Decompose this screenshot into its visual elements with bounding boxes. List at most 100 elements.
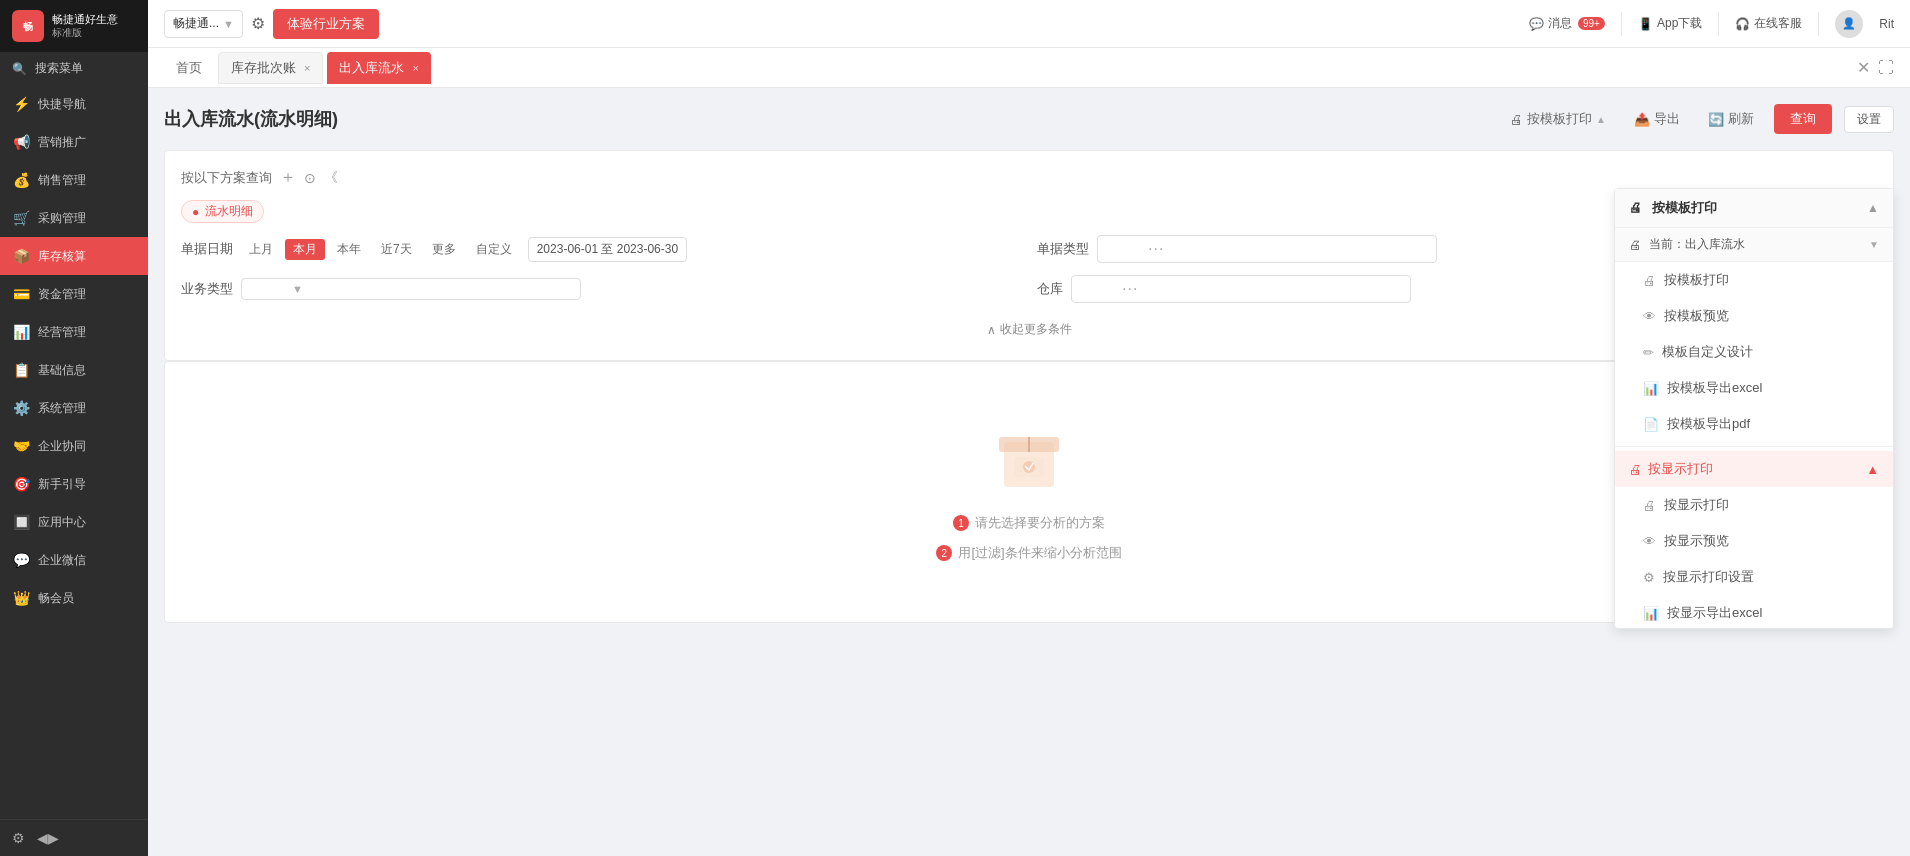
filter-add-button[interactable]: ＋ [280,167,296,188]
empty-hint-1: 1 请先选择要分析的方案 [953,514,1105,532]
sidebar-item-label: 销售管理 [38,172,86,189]
company-selector[interactable]: 畅捷通... ▼ [164,10,243,38]
collapse-up-icon: ∧ [987,323,996,337]
fullscreen-icon[interactable]: ⛶ [1878,59,1894,77]
hint-num-2: 2 [936,545,952,561]
tabs-bar: 首页 库存批次账 × 出入库流水 × ✕ ⛶ [148,48,1910,88]
wechat-icon: 💬 [12,551,30,569]
sidebar-item-operations[interactable]: 📊 经营管理 [0,313,148,351]
finance-icon: 💳 [12,285,30,303]
user-avatar[interactable]: 👤 [1835,10,1863,38]
filter-settings-button[interactable]: ⊙ [304,170,316,186]
dropdown-display-print-header[interactable]: 🖨 按显示打印 ▲ [1615,451,1893,487]
tab-batch-account-close[interactable]: × [304,62,310,74]
online-service-button[interactable]: 🎧 在线客服 [1735,15,1802,32]
sidebar-item-inventory[interactable]: 📦 库存核算 [0,237,148,275]
bill-type-label: 单据类型 [1037,240,1089,258]
dropdown-item-template-excel[interactable]: 📊 按模板导出excel [1615,370,1893,406]
date-label: 单据日期 [181,240,233,258]
date-option-last-month[interactable]: 上月 [241,239,281,260]
dropdown-item-display-print-settings[interactable]: ⚙ 按显示打印设置 [1615,559,1893,595]
warehouse-label: 仓库 [1037,280,1063,298]
query-button[interactable]: 查询 [1774,104,1832,134]
hint-text-1: 请先选择要分析的方案 [975,514,1105,532]
settings-button[interactable]: 设置 [1844,106,1894,133]
collapse-label: 收起更多条件 [1000,321,1072,338]
dropdown-item-display-print[interactable]: 🖨 按显示打印 [1615,487,1893,523]
date-option-this-month[interactable]: 本月 [285,239,325,260]
display-preview-label: 按显示预览 [1664,532,1729,550]
dropdown-item-template-design[interactable]: ✏ 模板自定义设计 [1615,334,1893,370]
template-design-label: 模板自定义设计 [1662,343,1753,361]
sidebar-item-quick-nav[interactable]: ⚡ 快捷导航 [0,85,148,123]
basic-icon: 📋 [12,361,30,379]
username-label[interactable]: Rit [1879,17,1894,31]
sidebar-item-marketing[interactable]: 📢 营销推广 [0,123,148,161]
online-service-label: 在线客服 [1754,15,1802,32]
bill-type-more: ··· [1148,240,1164,258]
selected-filter-tag[interactable]: ● 流水明细 [181,200,264,223]
display-excel-label: 按显示导出excel [1667,604,1762,622]
chevron-up-icon: ▲ [1596,114,1606,125]
sidebar-item-app-center[interactable]: 🔲 应用中心 [0,503,148,541]
tab-home[interactable]: 首页 [164,52,214,84]
system-icon: ⚙️ [12,399,30,417]
refresh-icon: 🔄 [1708,112,1724,127]
tab-batch-account[interactable]: 库存批次账 × [218,52,323,84]
sidebar-item-label: 经营管理 [38,324,86,341]
template-print-dropdown: 🖨 按模板打印 ▲ 🖨 当前：出入库流水 ▼ 🖨 按模板打印 [1614,188,1894,629]
dropdown-item-template-preview[interactable]: 👁 按模板预览 [1615,298,1893,334]
sidebar-item-wechat[interactable]: 💬 企业微信 [0,541,148,579]
sidebar-item-guide[interactable]: 🎯 新手引导 [0,465,148,503]
notify-button[interactable]: 💬 消息 99+ [1529,15,1605,32]
dropdown-current-item[interactable]: 🖨 当前：出入库流水 ▼ [1615,228,1893,262]
date-option-custom[interactable]: 自定义 [468,239,520,260]
filter-collapse-button[interactable]: 《 [324,169,338,187]
sidebar-item-purchase[interactable]: 🛒 采购管理 [0,199,148,237]
refresh-button[interactable]: 🔄 刷新 [1700,106,1762,132]
sidebar-item-finance[interactable]: 💳 资金管理 [0,275,148,313]
tab-inout-flow[interactable]: 出入库流水 × [327,52,430,84]
tab-inout-flow-close[interactable]: × [412,62,418,74]
date-option-this-year[interactable]: 本年 [329,239,369,260]
dropdown-scrollable: 🖨 当前：出入库流水 ▼ 🖨 按模板打印 👁 按模板预览 ✏ 模板自定义设计 [1615,228,1893,628]
date-option-7days[interactable]: 近7天 [373,239,420,260]
trial-button[interactable]: 体验行业方案 [273,9,379,39]
search-menu[interactable]: 🔍 搜索菜单 [0,52,148,85]
sidebar-item-cooperation[interactable]: 🤝 企业协同 [0,427,148,465]
dropdown-item-template-pdf[interactable]: 📄 按模板导出pdf [1615,406,1893,442]
collapse-sidebar-icon[interactable]: ◀▶ [37,830,59,846]
dropdown-item-template-print[interactable]: 🖨 按模板打印 [1615,262,1893,298]
dropdown-item-display-excel[interactable]: 📊 按显示导出excel [1615,595,1893,628]
sidebar-item-membership[interactable]: 👑 畅会员 [0,579,148,617]
marketing-icon: 📢 [12,133,30,151]
template-print-label: 按模板打印 [1527,110,1592,128]
app-download-button[interactable]: 📱 App下载 [1638,15,1702,32]
sidebar-item-sales[interactable]: 💰 销售管理 [0,161,148,199]
close-window-icon[interactable]: ✕ [1857,58,1870,77]
template-print-item-label: 按模板打印 [1664,271,1729,289]
empty-state-icon [989,422,1069,502]
sidebar-item-basic[interactable]: 📋 基础信息 [0,351,148,389]
date-range-input[interactable]: 2023-06-01 至 2023-06-30 [528,237,687,262]
tab-batch-account-label: 库存批次账 [231,59,296,77]
export-button[interactable]: 📤 导出 [1626,106,1688,132]
search-icon: 🔍 [12,62,27,76]
bill-type-select[interactable]: ··· [1097,235,1437,263]
app-title: 畅捷通好生意 [52,12,118,26]
warehouse-more: ··· [1122,280,1138,298]
display-print-label: 按显示打印 [1664,496,1729,514]
topbar-breadcrumb: 畅捷通... ▼ ⚙ 体验行业方案 [164,9,1517,39]
sidebar-item-system[interactable]: ⚙️ 系统管理 [0,389,148,427]
date-option-more[interactable]: 更多 [424,239,464,260]
topbar-gear-icon[interactable]: ⚙ [251,14,265,33]
dropdown-item-display-preview[interactable]: 👁 按显示预览 [1615,523,1893,559]
biz-type-select[interactable]: ▼ [241,278,581,300]
empty-hint-2: 2 用[过滤]条件来缩小分析范围 [936,544,1121,562]
dropdown-collapse-icon[interactable]: ▲ [1867,201,1879,215]
warehouse-select[interactable]: ··· [1071,275,1411,303]
filter-title: 按以下方案查询 [181,169,272,187]
sidebar-item-label: 新手引导 [38,476,86,493]
template-print-button[interactable]: 🖨 按模板打印 ▲ [1502,106,1614,132]
settings-bottom-icon[interactable]: ⚙ [12,830,25,846]
